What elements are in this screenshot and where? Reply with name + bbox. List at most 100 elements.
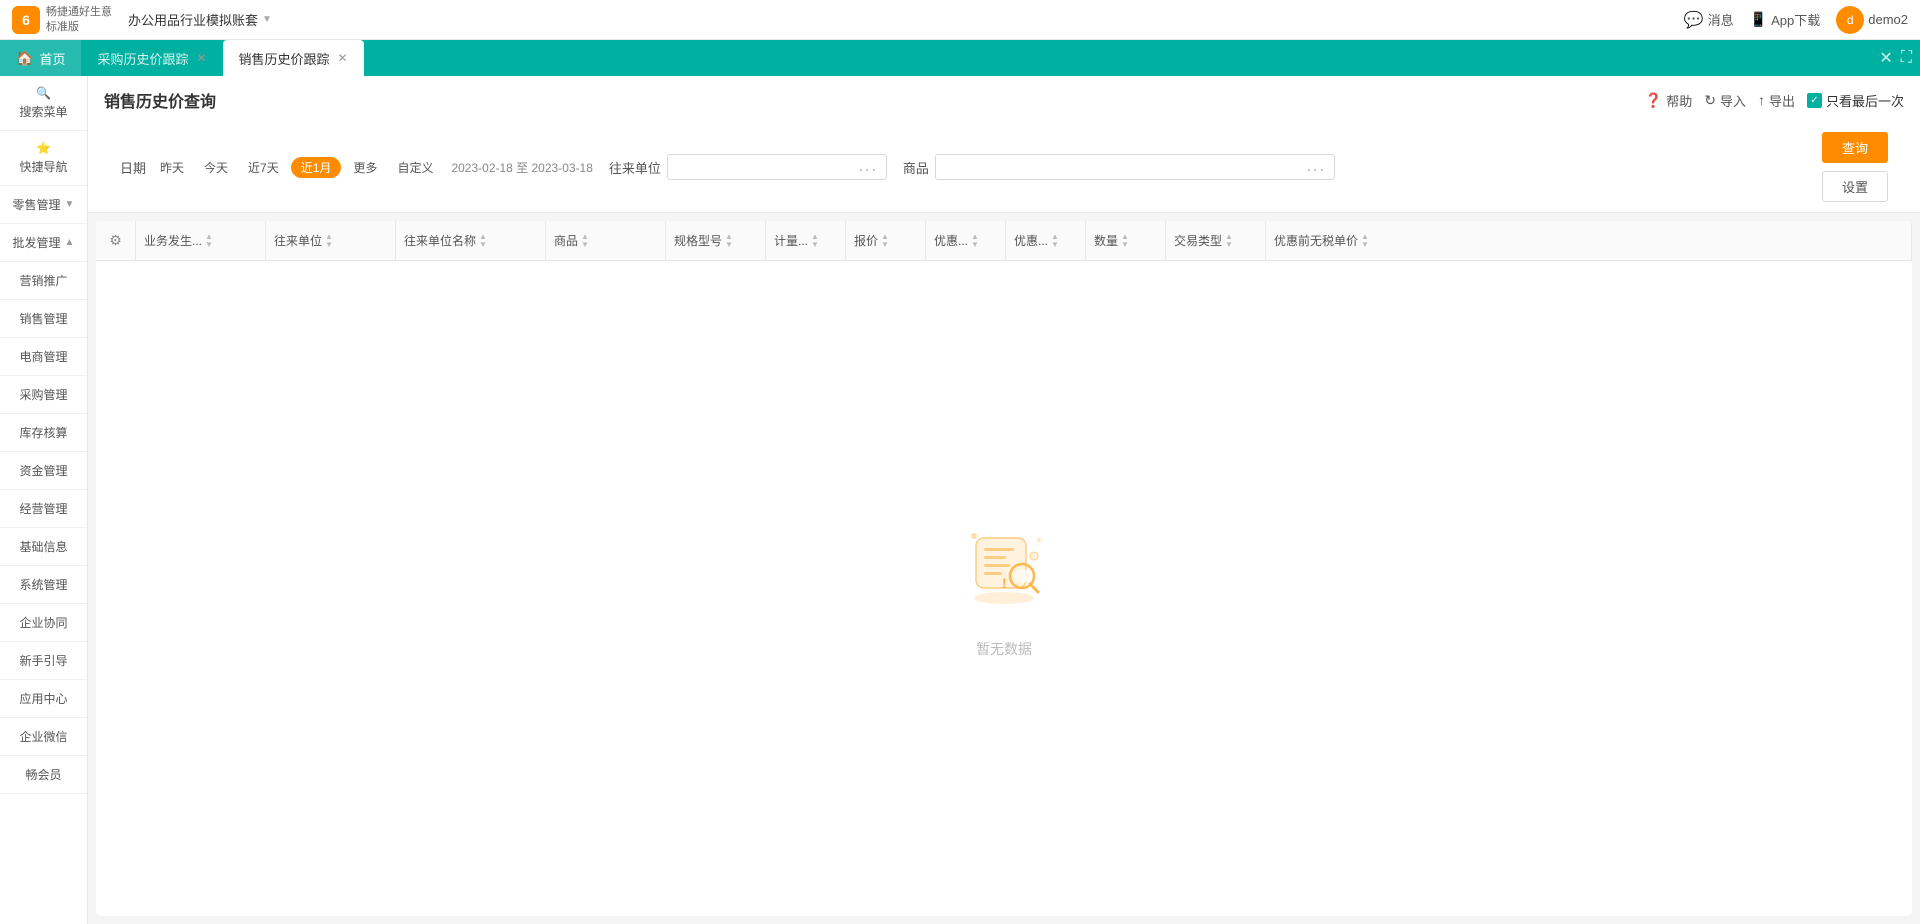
sidebar-item-weixin[interactable]: 企业微信 bbox=[0, 718, 87, 756]
download-icon: 📱 bbox=[1750, 11, 1767, 28]
sidebar-item-quick-nav[interactable]: ⭐ 快捷导航 bbox=[0, 131, 87, 186]
sidebar-item-search[interactable]: 🔍 搜索菜单 bbox=[0, 76, 87, 131]
export-action[interactable]: ↑ 导出 bbox=[1758, 91, 1795, 110]
date-tab-today[interactable]: 今天 bbox=[196, 157, 236, 178]
settings-button[interactable]: 设置 bbox=[1822, 171, 1888, 202]
th-type[interactable]: 交易类型 ▲▼ bbox=[1166, 221, 1266, 260]
sidebar-item-member[interactable]: 畅会员 bbox=[0, 756, 87, 794]
table-header: ⚙ 业务发生... ▲▼ 往来单位 ▲▼ 往来单位名称 ▲▼ 商品 ▲▼ bbox=[96, 221, 1912, 261]
page-title: 销售历史价查询 bbox=[104, 88, 216, 112]
top-bar-left: 6 畅捷通好生意 标准版 办公用品行业模拟账套 ▼ bbox=[12, 5, 280, 34]
filter-bar: 日期 昨天 今天 近7天 近1月 更多 自定义 2023-02-18 至 202… bbox=[104, 122, 1904, 212]
sidebar-item-apps[interactable]: 应用中心 bbox=[0, 680, 87, 718]
sidebar-item-ecommerce[interactable]: 电商管理 bbox=[0, 338, 87, 376]
tab-close-sales[interactable]: ✕ bbox=[338, 51, 348, 65]
sort-icon-qty: ▲▼ bbox=[1121, 233, 1129, 249]
sidebar-item-system[interactable]: 系统管理 bbox=[0, 566, 87, 604]
th-discount2[interactable]: 优惠... ▲▼ bbox=[1006, 221, 1086, 260]
th-settings[interactable]: ⚙ bbox=[96, 221, 136, 260]
date-label: 日期 bbox=[120, 158, 146, 177]
th-notax[interactable]: 优惠前无税单价 ▲▼ bbox=[1266, 221, 1912, 260]
th-date[interactable]: 业务发生... ▲▼ bbox=[136, 221, 266, 260]
date-tab-more[interactable]: 更多 bbox=[345, 157, 385, 178]
import-icon: ↻ bbox=[1704, 92, 1716, 109]
th-qty[interactable]: 数量 ▲▼ bbox=[1086, 221, 1166, 260]
sort-icon-discount1: ▲▼ bbox=[971, 233, 979, 249]
export-icon: ↑ bbox=[1758, 92, 1765, 108]
sidebar-item-basic[interactable]: 基础信息 bbox=[0, 528, 87, 566]
empty-text: 暂无数据 bbox=[976, 639, 1032, 659]
goods-label: 商品 bbox=[903, 158, 929, 177]
message-icon: 💬 bbox=[1684, 10, 1704, 30]
tab-home[interactable]: 🏠 首页 bbox=[0, 40, 81, 76]
checkbox-checked-icon[interactable]: ✓ bbox=[1807, 93, 1822, 108]
tab-sales-history[interactable]: 销售历史价跟踪 ✕ bbox=[223, 40, 364, 76]
app-selector[interactable]: 办公用品行业模拟账套 ▼ bbox=[120, 6, 280, 33]
goods-filter-group: 商品 ... bbox=[903, 154, 1335, 180]
goods-input-dots: ... bbox=[1307, 158, 1326, 176]
import-action[interactable]: ↻ 导入 bbox=[1704, 91, 1746, 110]
th-partner-name[interactable]: 往来单位名称 ▲▼ bbox=[396, 221, 546, 260]
sidebar-item-collab[interactable]: 企业协同 bbox=[0, 604, 87, 642]
date-tab-custom[interactable]: 自定义 bbox=[389, 157, 441, 178]
th-price[interactable]: 报价 ▲▼ bbox=[846, 221, 926, 260]
content-area: 销售历史价查询 ❓ 帮助 ↻ 导入 ↑ 导出 ✓ bbox=[88, 76, 1920, 924]
sort-icon-notax: ▲▼ bbox=[1361, 233, 1369, 249]
th-spec[interactable]: 规格型号 ▲▼ bbox=[666, 221, 766, 260]
top-bar: 6 畅捷通好生意 标准版 办公用品行业模拟账套 ▼ 💬 消息 📱 App下载 d… bbox=[0, 0, 1920, 40]
date-tab-yesterday[interactable]: 昨天 bbox=[152, 157, 192, 178]
tab-purchase-history[interactable]: 采购历史价跟踪 ✕ bbox=[81, 40, 222, 76]
sort-icon-partner-code: ▲▼ bbox=[325, 233, 333, 249]
only-last-checkbox[interactable]: ✓ 只看最后一次 bbox=[1807, 91, 1904, 110]
quick-nav-icon: ⭐ bbox=[36, 141, 51, 155]
logo-text: 畅捷通好生意 标准版 bbox=[46, 5, 112, 34]
search-icon: 🔍 bbox=[36, 86, 51, 100]
sidebar-item-retail[interactable]: 零售管理 ▼ bbox=[0, 186, 87, 224]
sort-icon-date: ▲▼ bbox=[205, 233, 213, 249]
maximize-button[interactable]: ⛶ bbox=[1901, 49, 1912, 67]
avatar: d bbox=[1836, 6, 1864, 34]
retail-expand-icon: ▼ bbox=[65, 199, 75, 210]
close-all-tabs-button[interactable]: ✕ bbox=[1879, 48, 1892, 68]
user-profile[interactable]: d demo2 bbox=[1836, 6, 1908, 34]
sort-icon-price: ▲▼ bbox=[881, 233, 889, 249]
tab-close-purchase[interactable]: ✕ bbox=[196, 51, 206, 65]
home-icon: 🏠 bbox=[16, 50, 33, 67]
sidebar-item-inventory[interactable]: 库存核算 bbox=[0, 414, 87, 452]
sort-icon-goods: ▲▼ bbox=[581, 233, 589, 249]
sidebar-item-sales[interactable]: 销售管理 bbox=[0, 300, 87, 338]
sort-icon-discount2: ▲▼ bbox=[1051, 233, 1059, 249]
chevron-down-icon: ▼ bbox=[262, 14, 272, 25]
partner-filter-group: 往来单位 ... bbox=[609, 154, 887, 180]
th-goods[interactable]: 商品 ▲▼ bbox=[546, 221, 666, 260]
main-layout: 🔍 搜索菜单 ⭐ 快捷导航 零售管理 ▼ 批发管理 ▲ 营销推广 销售管理 电商… bbox=[0, 76, 1920, 924]
gear-icon[interactable]: ⚙ bbox=[109, 232, 122, 249]
th-discount1[interactable]: 优惠... ▲▼ bbox=[926, 221, 1006, 260]
message-action[interactable]: 💬 消息 bbox=[1684, 10, 1734, 30]
th-unit[interactable]: 计量... ▲▼ bbox=[766, 221, 846, 260]
th-partner-code[interactable]: 往来单位 ▲▼ bbox=[266, 221, 396, 260]
app-download-action[interactable]: 📱 App下载 bbox=[1750, 10, 1821, 29]
svg-text:!: ! bbox=[1002, 575, 1007, 591]
sidebar-item-purchase[interactable]: 采购管理 bbox=[0, 376, 87, 414]
sidebar-item-marketing[interactable]: 营销推广 bbox=[0, 262, 87, 300]
wholesale-expand-icon: ▲ bbox=[65, 237, 75, 248]
goods-input[interactable]: ... bbox=[935, 154, 1335, 180]
sidebar-item-funds[interactable]: 资金管理 bbox=[0, 452, 87, 490]
page-title-row: 销售历史价查询 ❓ 帮助 ↻ 导入 ↑ 导出 ✓ bbox=[104, 88, 1904, 112]
help-action[interactable]: ❓ 帮助 bbox=[1645, 91, 1692, 110]
sidebar-item-operations[interactable]: 经营管理 bbox=[0, 490, 87, 528]
sidebar-item-guide[interactable]: 新手引导 bbox=[0, 642, 87, 680]
sort-icon-partner-name: ▲▼ bbox=[479, 233, 487, 249]
table-container: ⚙ 业务发生... ▲▼ 往来单位 ▲▼ 往来单位名称 ▲▼ 商品 ▲▼ bbox=[96, 221, 1912, 916]
query-button[interactable]: 查询 bbox=[1822, 132, 1888, 163]
sidebar-item-wholesale[interactable]: 批发管理 ▲ bbox=[0, 224, 87, 262]
date-tab-1month[interactable]: 近1月 bbox=[291, 157, 342, 178]
date-tab-7days[interactable]: 近7天 bbox=[240, 157, 287, 178]
date-display: 2023-02-18 至 2023-03-18 bbox=[451, 159, 592, 176]
partner-input-dots: ... bbox=[859, 158, 878, 176]
top-bar-right: 💬 消息 📱 App下载 d demo2 bbox=[1684, 6, 1908, 34]
partner-input[interactable]: ... bbox=[667, 154, 887, 180]
help-icon: ❓ bbox=[1645, 92, 1662, 109]
partner-label: 往来单位 bbox=[609, 158, 661, 177]
